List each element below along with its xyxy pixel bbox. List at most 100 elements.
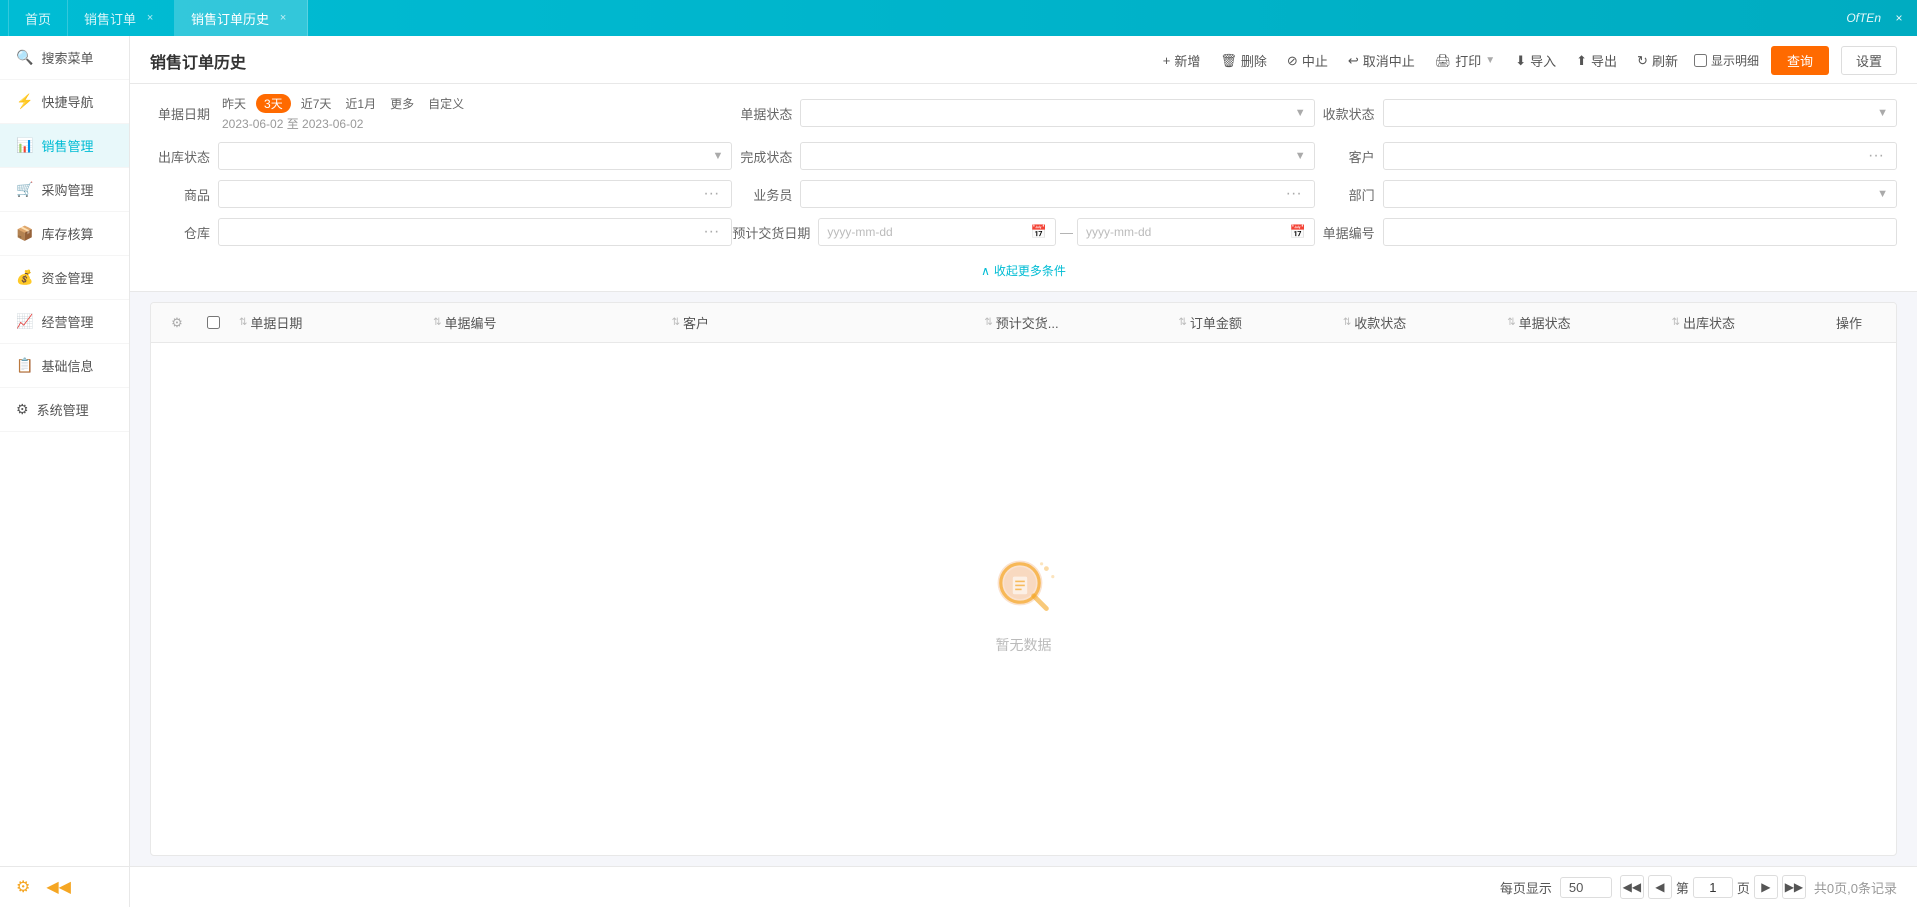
cancel-stop-button[interactable]: ↩ 取消中止: [1344, 49, 1419, 72]
settings-button[interactable]: 设置: [1841, 46, 1897, 75]
filter-salesperson-dots[interactable]: ···: [1282, 185, 1306, 203]
tab-sales-order[interactable]: 销售订单 ×: [68, 0, 175, 36]
export-label: 导出: [1591, 51, 1617, 70]
filter-out-status-label: 出库状态: [150, 147, 210, 166]
filter-goods-input[interactable]: ···: [218, 180, 732, 208]
filter-warehouse-label: 仓库: [150, 223, 210, 242]
th-actions: 操作: [1828, 313, 1888, 332]
date-btn-7days[interactable]: 近7天: [297, 94, 336, 113]
tab-label-sales-order-history: 销售订单历史: [191, 9, 269, 28]
print-label: 打印: [1455, 51, 1481, 70]
prev-page-button[interactable]: ◀: [1648, 875, 1672, 899]
query-button[interactable]: 查询: [1771, 46, 1829, 75]
sidebar-item-purchase-mgmt[interactable]: 🛒 采购管理: [0, 168, 129, 212]
sidebar-item-basic-info[interactable]: 📋 基础信息: [0, 344, 129, 388]
import-button[interactable]: ⬇ 导入: [1511, 49, 1560, 72]
filter-goods-dots[interactable]: ···: [699, 185, 723, 203]
th-delivery[interactable]: ⇅ 预计交货...: [976, 313, 1170, 332]
sidebar-icon-inventory: 📦: [16, 225, 33, 242]
export-icon: ⬆: [1576, 53, 1587, 69]
th-number[interactable]: ⇅ 单据编号: [425, 313, 664, 332]
tab-sales-order-history[interactable]: 销售订单历史 ×: [175, 0, 308, 36]
tab-label-sales-order: 销售订单: [84, 9, 136, 28]
sidebar-settings-icon[interactable]: ⚙: [16, 877, 30, 897]
th-doc-label: 单据状态: [1519, 313, 1571, 332]
th-date-sort-icon: ⇅: [239, 317, 247, 328]
page-size-select[interactable]: 10 20 50 100: [1560, 877, 1612, 898]
th-amount-sort-icon: ⇅: [1178, 317, 1186, 328]
sidebar-icon-purchase-mgmt: 🛒: [16, 181, 33, 198]
page-number-input[interactable]: [1693, 877, 1733, 898]
export-button[interactable]: ⬆ 导出: [1572, 49, 1621, 72]
date-btn-yesterday[interactable]: 昨天: [218, 94, 250, 113]
filter-doc-status-chevron: ▼: [1295, 107, 1306, 119]
sidebar-item-system[interactable]: ⚙ 系统管理: [0, 388, 129, 432]
date-btn-custom[interactable]: 自定义: [424, 94, 468, 113]
print-dropdown-icon: ▼: [1485, 55, 1495, 66]
next-page-button[interactable]: ▶: [1754, 875, 1778, 899]
cancel-stop-label: 取消中止: [1363, 51, 1415, 70]
th-settings[interactable]: ⚙: [159, 315, 195, 331]
collapse-filters-button[interactable]: ∧ 收起更多条件: [150, 256, 1897, 281]
refresh-button[interactable]: ↻ 刷新: [1633, 49, 1682, 72]
filter-complete-status-select[interactable]: ▼: [800, 142, 1314, 170]
filter-receipt-status-select[interactable]: ▼: [1383, 99, 1897, 127]
tab-close-sales-order[interactable]: ×: [142, 10, 158, 26]
sidebar-icon-system: ⚙: [16, 401, 29, 418]
window-close-button[interactable]: ×: [1889, 8, 1909, 28]
th-amount[interactable]: ⇅ 订单金额: [1170, 313, 1334, 332]
filter-warehouse-dots[interactable]: ···: [699, 223, 723, 241]
date-btn-1month[interactable]: 近1月: [341, 94, 380, 113]
last-page-button[interactable]: ▶▶: [1782, 875, 1806, 899]
filter-customer-input[interactable]: ···: [1383, 142, 1897, 170]
first-page-button[interactable]: ◀◀: [1620, 875, 1644, 899]
date-btn-3days[interactable]: 3天: [256, 94, 291, 113]
sidebar-item-quick-nav[interactable]: ⚡ 快捷导航: [0, 80, 129, 124]
sidebar-icon-basic-info: 📋: [16, 357, 33, 374]
tab-close-sales-order-history[interactable]: ×: [275, 10, 291, 26]
date-separator: —: [1060, 225, 1073, 240]
filter-customer-label: 客户: [1315, 147, 1375, 166]
th-delivery-label: 预计交货...: [996, 313, 1059, 332]
filter-warehouse-input[interactable]: ···: [218, 218, 732, 246]
filter-complete-status-label: 完成状态: [732, 147, 792, 166]
sidebar-item-operations[interactable]: 📈 经营管理: [0, 300, 129, 344]
th-date-label: 单据日期: [250, 313, 302, 332]
th-customer[interactable]: ⇅ 客户: [664, 313, 977, 332]
sidebar-collapse-icon[interactable]: ◀◀: [46, 877, 71, 897]
delivery-date-start[interactable]: yyyy-mm-dd 📅: [818, 218, 1056, 246]
show-detail-checkbox[interactable]: 显示明细: [1694, 52, 1759, 69]
date-btn-more[interactable]: 更多: [386, 94, 418, 113]
filter-doc-status-select[interactable]: ▼: [800, 99, 1314, 127]
sidebar-item-inventory[interactable]: 📦 库存核算: [0, 212, 129, 256]
delivery-date-end[interactable]: yyyy-mm-dd 📅: [1077, 218, 1315, 246]
tab-label-home: 首页: [25, 9, 51, 28]
th-doc-status[interactable]: ⇅ 单据状态: [1499, 313, 1663, 332]
filter-doc-number-input[interactable]: [1383, 218, 1897, 246]
tab-home[interactable]: 首页: [8, 0, 68, 36]
filter-complete-status-chevron: ▼: [1295, 150, 1306, 162]
th-delivery-sort-icon: ⇅: [984, 317, 992, 328]
filter-department-select[interactable]: ▼: [1383, 180, 1897, 208]
stop-button[interactable]: ⊘ 中止: [1283, 49, 1332, 72]
filter-out-status-select[interactable]: ▼: [218, 142, 732, 170]
th-receipt-status[interactable]: ⇅ 收款状态: [1335, 313, 1499, 332]
th-date[interactable]: ⇅ 单据日期: [231, 313, 425, 332]
th-out-status[interactable]: ⇅ 出库状态: [1664, 313, 1828, 332]
filter-salesperson-input[interactable]: ···: [800, 180, 1314, 208]
th-checkbox[interactable]: [195, 316, 231, 329]
th-receipt-label: 收款状态: [1354, 313, 1406, 332]
select-all-checkbox[interactable]: [207, 316, 220, 329]
filter-row-2: 出库状态 ▼ 完成状态 ▼ 客户: [150, 142, 1897, 170]
show-detail-input[interactable]: [1694, 54, 1707, 67]
new-button[interactable]: + 新增: [1159, 49, 1205, 72]
sidebar-item-search-menu[interactable]: 🔍 搜索菜单: [0, 36, 129, 80]
print-button[interactable]: 🖨 打印 ▼: [1431, 49, 1499, 72]
sidebar-item-sales-mgmt[interactable]: 📊 销售管理: [0, 124, 129, 168]
filter-doc-number-field[interactable]: [1392, 225, 1888, 240]
delete-button[interactable]: 🗑 删除: [1216, 49, 1271, 72]
stop-icon: ⊘: [1287, 53, 1298, 69]
sidebar-item-finance[interactable]: 💰 资金管理: [0, 256, 129, 300]
filter-customer-dots[interactable]: ···: [1864, 147, 1888, 165]
filter-doc-status: 单据状态 ▼: [732, 99, 1314, 127]
